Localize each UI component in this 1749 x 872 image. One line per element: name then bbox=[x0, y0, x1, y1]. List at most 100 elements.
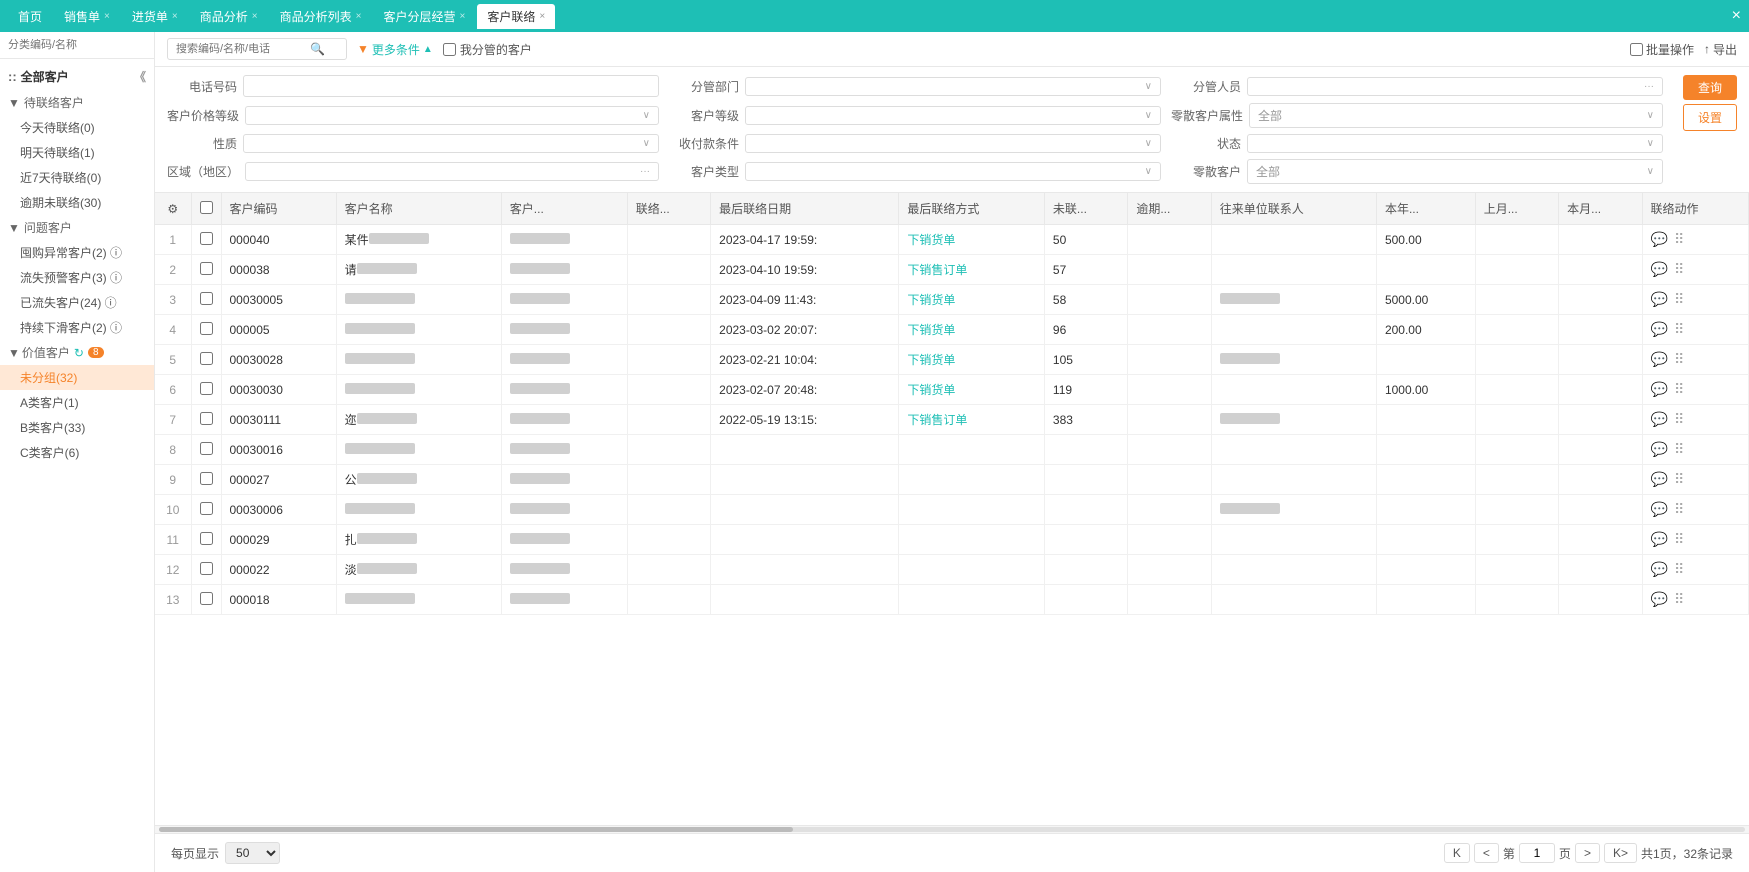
close-tab-product-list[interactable]: × bbox=[356, 11, 362, 22]
row-select-checkbox[interactable] bbox=[200, 232, 213, 245]
row-checkbox[interactable] bbox=[191, 375, 221, 405]
row-checkbox[interactable] bbox=[191, 315, 221, 345]
select-all-checkbox[interactable] bbox=[200, 201, 213, 214]
sidebar-item-declining[interactable]: 持续下滑客户(2) ⓘ bbox=[0, 315, 154, 340]
more-icon[interactable]: ⠿ bbox=[1674, 531, 1684, 548]
row-select-checkbox[interactable] bbox=[200, 442, 213, 455]
chat-icon[interactable]: 💬 bbox=[1651, 381, 1668, 398]
row-select-checkbox[interactable] bbox=[200, 532, 213, 545]
sidebar-item-a-class[interactable]: A类客户(1) bbox=[0, 390, 154, 415]
payment-select[interactable]: ∨ bbox=[745, 134, 1161, 153]
row-checkbox[interactable] bbox=[191, 555, 221, 585]
row-select-checkbox[interactable] bbox=[200, 592, 213, 605]
more-icon[interactable]: ⠿ bbox=[1674, 261, 1684, 278]
sidebar-item-ungroups[interactable]: 未分组(32) bbox=[0, 365, 154, 390]
chat-icon[interactable]: 💬 bbox=[1651, 291, 1668, 308]
sidebar-item-churned[interactable]: 已流失客户(24) ⓘ bbox=[0, 290, 154, 315]
filter-search-icon[interactable]: 🔍 bbox=[310, 42, 325, 56]
sidebar-item-overdue-pending[interactable]: 逾期未联络(30) bbox=[0, 190, 154, 215]
row-checkbox[interactable] bbox=[191, 285, 221, 315]
row-select-checkbox[interactable] bbox=[200, 472, 213, 485]
row-checkbox[interactable] bbox=[191, 525, 221, 555]
chat-icon[interactable]: 💬 bbox=[1651, 531, 1668, 548]
filter-search-input[interactable] bbox=[176, 43, 306, 55]
row-checkbox[interactable] bbox=[191, 225, 221, 255]
batch-op-checkbox[interactable] bbox=[1630, 43, 1643, 56]
my-customers-toggle[interactable]: 我分管的客户 bbox=[443, 41, 532, 58]
row-select-checkbox[interactable] bbox=[200, 502, 213, 515]
export-btn[interactable]: ↑ 导出 bbox=[1704, 41, 1737, 58]
sidebar-item-c-class[interactable]: C类客户(6) bbox=[0, 440, 154, 465]
horizontal-scrollbar[interactable] bbox=[155, 825, 1749, 833]
cust-grade-select[interactable]: ∨ bbox=[745, 106, 1161, 125]
chat-icon[interactable]: 💬 bbox=[1651, 321, 1668, 338]
sidebar-item-churn-warning[interactable]: 流失预警客户(3) ⓘ bbox=[0, 265, 154, 290]
more-icon[interactable]: ⠿ bbox=[1674, 231, 1684, 248]
batch-op-btn[interactable]: 批量操作 bbox=[1630, 41, 1694, 58]
more-icon[interactable]: ⠿ bbox=[1674, 321, 1684, 338]
more-icon[interactable]: ⠿ bbox=[1674, 501, 1684, 518]
row-select-checkbox[interactable] bbox=[200, 322, 213, 335]
more-conditions-btn[interactable]: ▼ 更多条件 ▲ bbox=[357, 41, 433, 58]
sidebar-search-input[interactable] bbox=[8, 39, 150, 51]
scatter-select[interactable]: 全部 ∨ bbox=[1247, 159, 1663, 184]
close-tab-purchase[interactable]: × bbox=[172, 11, 178, 22]
chat-icon[interactable]: 💬 bbox=[1651, 591, 1668, 608]
nature-select[interactable]: ∨ bbox=[243, 134, 659, 153]
prev-page-btn[interactable]: < bbox=[1474, 843, 1499, 863]
more-icon[interactable]: ⠿ bbox=[1674, 441, 1684, 458]
row-select-checkbox[interactable] bbox=[200, 562, 213, 575]
more-icon[interactable]: ⠿ bbox=[1674, 591, 1684, 608]
tab-product-list[interactable]: 商品分析列表 × bbox=[270, 4, 372, 29]
row-checkbox[interactable] bbox=[191, 495, 221, 525]
page-input[interactable] bbox=[1519, 843, 1555, 863]
price-grade-select[interactable]: ∨ bbox=[245, 106, 659, 125]
phone-input[interactable] bbox=[243, 75, 659, 97]
row-select-checkbox[interactable] bbox=[200, 382, 213, 395]
cust-type-select[interactable]: ∨ bbox=[745, 162, 1161, 181]
per-page-select[interactable]: 50 100 200 bbox=[225, 842, 280, 864]
section-value-customers[interactable]: ▼ 价值客户 ↻ 8 bbox=[0, 340, 154, 365]
query-button[interactable]: 查询 bbox=[1683, 75, 1737, 100]
more-icon[interactable]: ⠿ bbox=[1674, 291, 1684, 308]
close-tab-sales[interactable]: × bbox=[104, 11, 110, 22]
chat-icon[interactable]: 💬 bbox=[1651, 441, 1668, 458]
more-icon[interactable]: ⠿ bbox=[1674, 411, 1684, 428]
row-checkbox[interactable] bbox=[191, 435, 221, 465]
tab-product-analysis[interactable]: 商品分析 × bbox=[190, 4, 268, 29]
section-problem-customers[interactable]: ▼ 问题客户 bbox=[0, 215, 154, 240]
row-select-checkbox[interactable] bbox=[200, 292, 213, 305]
scatter-attr-select[interactable]: 全部 ∨ bbox=[1249, 103, 1663, 128]
more-icon[interactable]: ⠿ bbox=[1674, 471, 1684, 488]
row-select-checkbox[interactable] bbox=[200, 412, 213, 425]
refresh-icon[interactable]: ↻ bbox=[74, 346, 84, 360]
region-select[interactable]: ··· bbox=[245, 162, 659, 181]
next-page-btn[interactable]: > bbox=[1575, 843, 1600, 863]
tab-customer-contact[interactable]: 客户联络 × bbox=[477, 4, 555, 29]
reset-button[interactable]: 设置 bbox=[1683, 104, 1737, 131]
row-select-checkbox[interactable] bbox=[200, 352, 213, 365]
my-customers-checkbox[interactable] bbox=[443, 43, 456, 56]
chat-icon[interactable]: 💬 bbox=[1651, 471, 1668, 488]
dept-select[interactable]: ∨ bbox=[745, 77, 1161, 96]
row-checkbox[interactable] bbox=[191, 345, 221, 375]
sidebar-all-customers[interactable]: :: 全部客户 《 bbox=[0, 63, 154, 90]
chat-icon[interactable]: 💬 bbox=[1651, 501, 1668, 518]
sidebar-item-hoarding-abnormal[interactable]: 囤购异常客户(2) ⓘ bbox=[0, 240, 154, 265]
row-checkbox[interactable] bbox=[191, 405, 221, 435]
first-page-btn[interactable]: K bbox=[1444, 843, 1470, 863]
collapse-icon[interactable]: 《 bbox=[134, 68, 146, 85]
more-icon[interactable]: ⠿ bbox=[1674, 381, 1684, 398]
sidebar-item-today-pending[interactable]: 今天待联络(0) bbox=[0, 115, 154, 140]
tab-customer-segment[interactable]: 客户分层经营 × bbox=[373, 4, 475, 29]
row-checkbox[interactable] bbox=[191, 585, 221, 615]
tab-purchase[interactable]: 进货单 × bbox=[122, 4, 188, 29]
close-tab-customer-contact[interactable]: × bbox=[539, 11, 545, 22]
row-checkbox[interactable] bbox=[191, 465, 221, 495]
row-select-checkbox[interactable] bbox=[200, 262, 213, 275]
tab-sales[interactable]: 销售单 × bbox=[54, 4, 120, 29]
row-checkbox[interactable] bbox=[191, 255, 221, 285]
close-tab-product-analysis[interactable]: × bbox=[252, 11, 258, 22]
close-tab-customer-segment[interactable]: × bbox=[459, 11, 465, 22]
sidebar-item-7days-pending[interactable]: 近7天待联络(0) bbox=[0, 165, 154, 190]
